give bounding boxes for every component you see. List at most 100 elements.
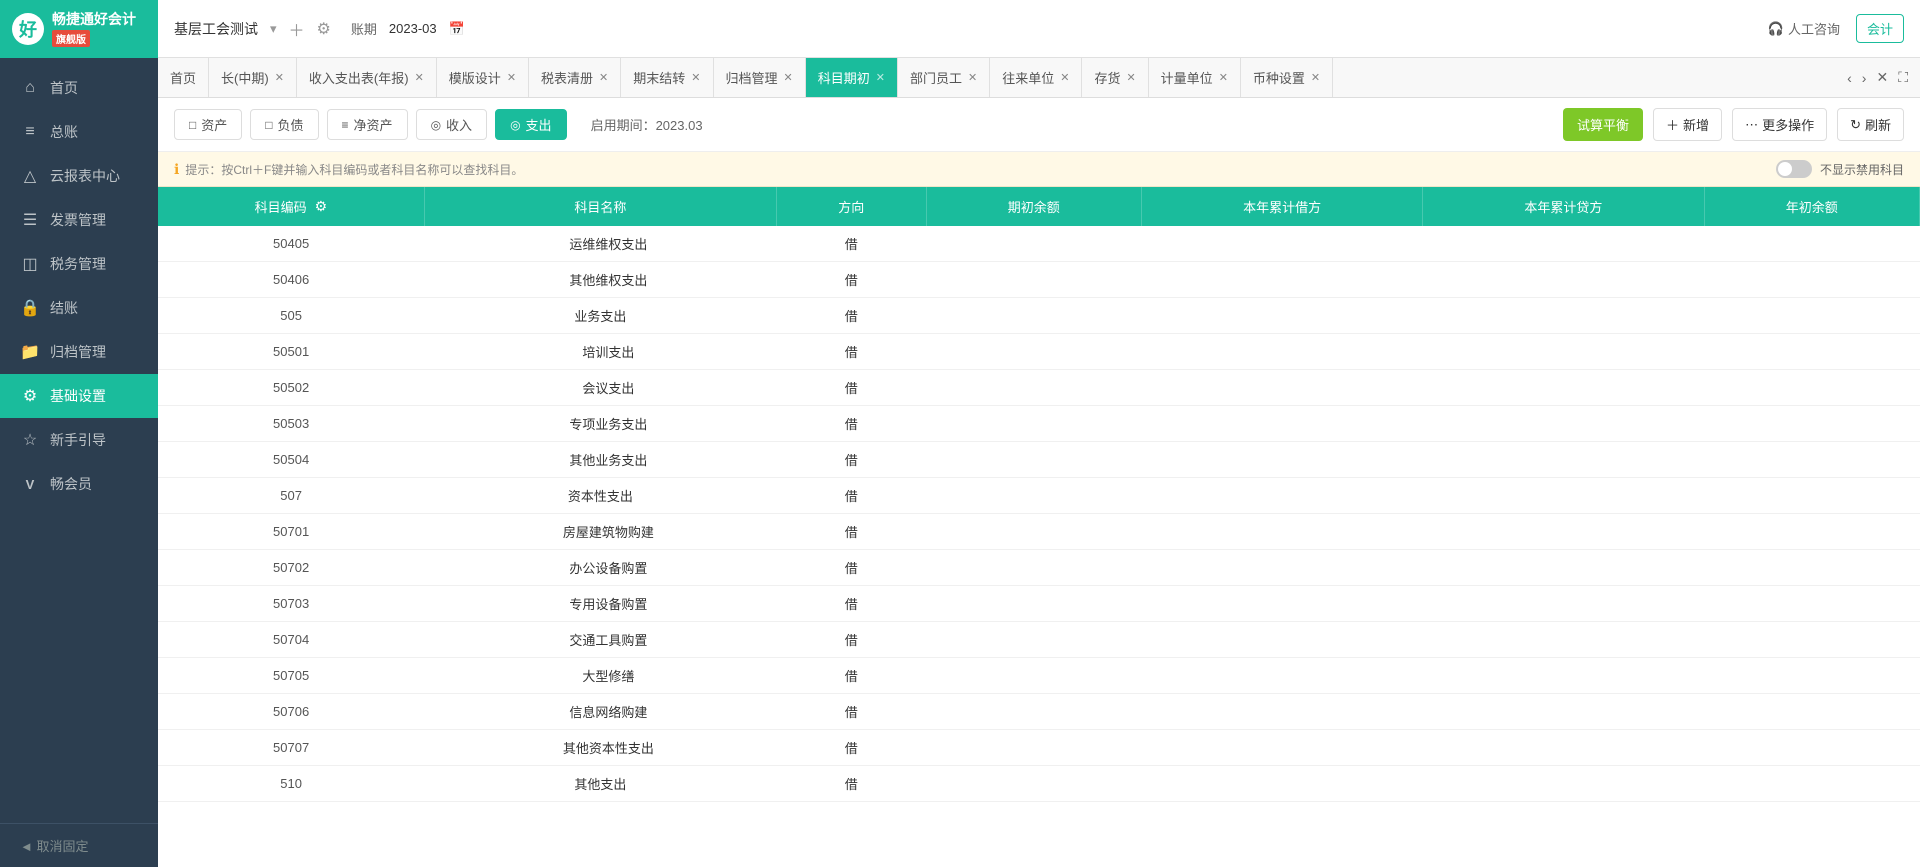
- sidebar-collapse-btn[interactable]: ◄ 取消固定: [0, 823, 158, 867]
- calc-balance-btn[interactable]: 试算平衡: [1563, 108, 1643, 141]
- more-actions-btn[interactable]: ⋯ 更多操作: [1732, 108, 1827, 141]
- tab-income-close[interactable]: ✕: [415, 71, 424, 84]
- sidebar-item-archive[interactable]: 📁 归档管理: [0, 330, 158, 374]
- cell-code: 50701: [158, 514, 424, 550]
- table-row[interactable]: 507资本性支出借: [158, 478, 1920, 514]
- table-row[interactable]: 50406其他维权支出借: [158, 262, 1920, 298]
- subtab-liability[interactable]: □ 负债: [250, 109, 318, 140]
- cell-opening-balance: [926, 262, 1141, 298]
- table-row[interactable]: 505业务支出借: [158, 298, 1920, 334]
- cell-opening-balance: [926, 406, 1141, 442]
- sidebar-item-tax[interactable]: ◫ 税务管理: [0, 242, 158, 286]
- tab-close-all[interactable]: ✕: [1872, 67, 1892, 88]
- subtab-expense[interactable]: ◎ 支出: [495, 109, 567, 140]
- workspace-settings-icon[interactable]: ⚙: [317, 19, 331, 39]
- refresh-btn[interactable]: ↻ 刷新: [1837, 108, 1904, 141]
- tab-home[interactable]: 首页: [158, 58, 209, 98]
- table-row[interactable]: 50502会议支出借: [158, 370, 1920, 406]
- support-btn[interactable]: 🎧 人工咨询: [1768, 19, 1840, 38]
- table-row[interactable]: 50501培训支出借: [158, 334, 1920, 370]
- tab-archive[interactable]: 归档管理 ✕: [714, 58, 806, 98]
- col-ytd-credit: 本年累计贷方: [1423, 187, 1704, 226]
- tab-bs[interactable]: 长(中期) ✕: [209, 58, 297, 98]
- tab-nav-prev[interactable]: ‹: [1843, 68, 1856, 88]
- liability-icon: □: [265, 118, 272, 132]
- cell-ytd-debit: [1141, 766, 1422, 802]
- col-settings-btn[interactable]: ⚙: [315, 198, 328, 215]
- cell-ytd-debit: [1141, 262, 1422, 298]
- guide-icon: ☆: [20, 430, 40, 450]
- table-row[interactable]: 50703专用设备购置借: [158, 586, 1920, 622]
- table-row[interactable]: 50705大型修缮借: [158, 658, 1920, 694]
- tab-currency-close[interactable]: ✕: [1311, 71, 1320, 84]
- toggle-label: 不显示禁用科目: [1820, 161, 1904, 178]
- disable-toggle[interactable]: [1776, 160, 1812, 178]
- sidebar-item-guide[interactable]: ☆ 新手引导: [0, 418, 158, 462]
- invoice-icon: ☰: [20, 210, 40, 230]
- sidebar-item-home[interactable]: ⌂ 首页: [0, 66, 158, 110]
- tab-subject-init[interactable]: 科目期初 ✕: [806, 58, 898, 98]
- sidebar-item-settings[interactable]: ⚙ 基础设置: [0, 374, 158, 418]
- cell-name: 资本性支出: [424, 478, 776, 514]
- cell-direction: 借: [777, 514, 927, 550]
- sidebar-item-invoice[interactable]: ☰ 发票管理: [0, 198, 158, 242]
- tab-subject-init-close[interactable]: ✕: [876, 71, 885, 84]
- workspace-dropdown-icon[interactable]: ▾: [270, 21, 277, 37]
- subtabs-right: 试算平衡 ＋ 新增 ⋯ 更多操作 ↻ 刷新: [1563, 108, 1904, 141]
- calendar-icon[interactable]: 📅: [449, 21, 465, 37]
- tab-partner-close[interactable]: ✕: [1060, 71, 1069, 84]
- cell-code: 50502: [158, 370, 424, 406]
- tab-unit[interactable]: 计量单位 ✕: [1149, 58, 1241, 98]
- table-row[interactable]: 50707其他资本性支出借: [158, 730, 1920, 766]
- table-row[interactable]: 510其他支出借: [158, 766, 1920, 802]
- logo-icon: 好: [12, 13, 44, 45]
- tab-nav-next[interactable]: ›: [1858, 68, 1871, 88]
- col-ytd-debit: 本年累计借方: [1141, 187, 1422, 226]
- cell-opening-balance: [926, 298, 1141, 334]
- tab-partner[interactable]: 往来单位 ✕: [990, 58, 1082, 98]
- tab-yearend-close[interactable]: ✕: [691, 71, 700, 84]
- refresh-label: 刷新: [1865, 115, 1891, 134]
- add-workspace-btn[interactable]: ＋: [289, 17, 305, 41]
- sidebar-item-ledger[interactable]: ≡ 总账: [0, 110, 158, 154]
- table-row[interactable]: 50503专项业务支出借: [158, 406, 1920, 442]
- tab-template[interactable]: 模版设计 ✕: [437, 58, 529, 98]
- tab-currency[interactable]: 币种设置 ✕: [1241, 58, 1333, 98]
- cell-code: 510: [158, 766, 424, 802]
- tab-expand[interactable]: ⛶: [1894, 67, 1912, 88]
- sidebar-label-reports: 云报表中心: [50, 166, 120, 186]
- add-subject-btn[interactable]: ＋ 新增: [1653, 108, 1722, 141]
- tab-unit-close[interactable]: ✕: [1219, 71, 1228, 84]
- tab-dept[interactable]: 部门员工 ✕: [898, 58, 990, 98]
- table-row[interactable]: 50702办公设备购置借: [158, 550, 1920, 586]
- table-row[interactable]: 50706信息网络购建借: [158, 694, 1920, 730]
- table-row[interactable]: 50701房屋建筑物购建借: [158, 514, 1920, 550]
- table-row[interactable]: 50405运维维权支出借: [158, 226, 1920, 262]
- table-row[interactable]: 50704交通工具购置借: [158, 622, 1920, 658]
- tab-yearend[interactable]: 期末结转 ✕: [621, 58, 713, 98]
- accountant-btn[interactable]: 会计: [1856, 14, 1904, 43]
- tab-inventory-close[interactable]: ✕: [1126, 71, 1135, 84]
- table-header-row: 科目编码 ⚙ 科目名称 方向 期初余额 本年累计借方 本年累计贷方 年初余额: [158, 187, 1920, 226]
- sidebar-item-member[interactable]: V 畅会员: [0, 462, 158, 506]
- tab-dept-close[interactable]: ✕: [968, 71, 977, 84]
- tab-taxclear[interactable]: 税表清册 ✕: [529, 58, 621, 98]
- subtab-asset[interactable]: □ 资产: [174, 109, 242, 140]
- tab-archive-close[interactable]: ✕: [784, 71, 793, 84]
- cell-year-opening: [1704, 694, 1919, 730]
- cell-direction: 借: [777, 226, 927, 262]
- tab-template-close[interactable]: ✕: [507, 71, 516, 84]
- table-row[interactable]: 50504其他业务支出借: [158, 442, 1920, 478]
- sidebar-item-closing[interactable]: 🔒 结账: [0, 286, 158, 330]
- tab-bs-close[interactable]: ✕: [275, 71, 284, 84]
- cell-ytd-credit: [1423, 478, 1704, 514]
- sidebar-item-reports[interactable]: △ 云报表中心: [0, 154, 158, 198]
- tab-taxclear-close[interactable]: ✕: [599, 71, 608, 84]
- cell-name: 培训支出: [424, 334, 776, 370]
- subtab-equity[interactable]: ≡ 净资产: [327, 109, 408, 140]
- subtab-income[interactable]: ◎ 收入: [416, 109, 488, 140]
- main-content: 基层工会测试 ▾ ＋ ⚙ 账期 2023-03 📅 🎧 人工咨询 会计 首页 长…: [158, 0, 1920, 867]
- tab-income[interactable]: 收入支出表(年报) ✕: [297, 58, 437, 98]
- topbar-right: 🎧 人工咨询 会计: [1768, 14, 1904, 43]
- tab-inventory[interactable]: 存货 ✕: [1082, 58, 1148, 98]
